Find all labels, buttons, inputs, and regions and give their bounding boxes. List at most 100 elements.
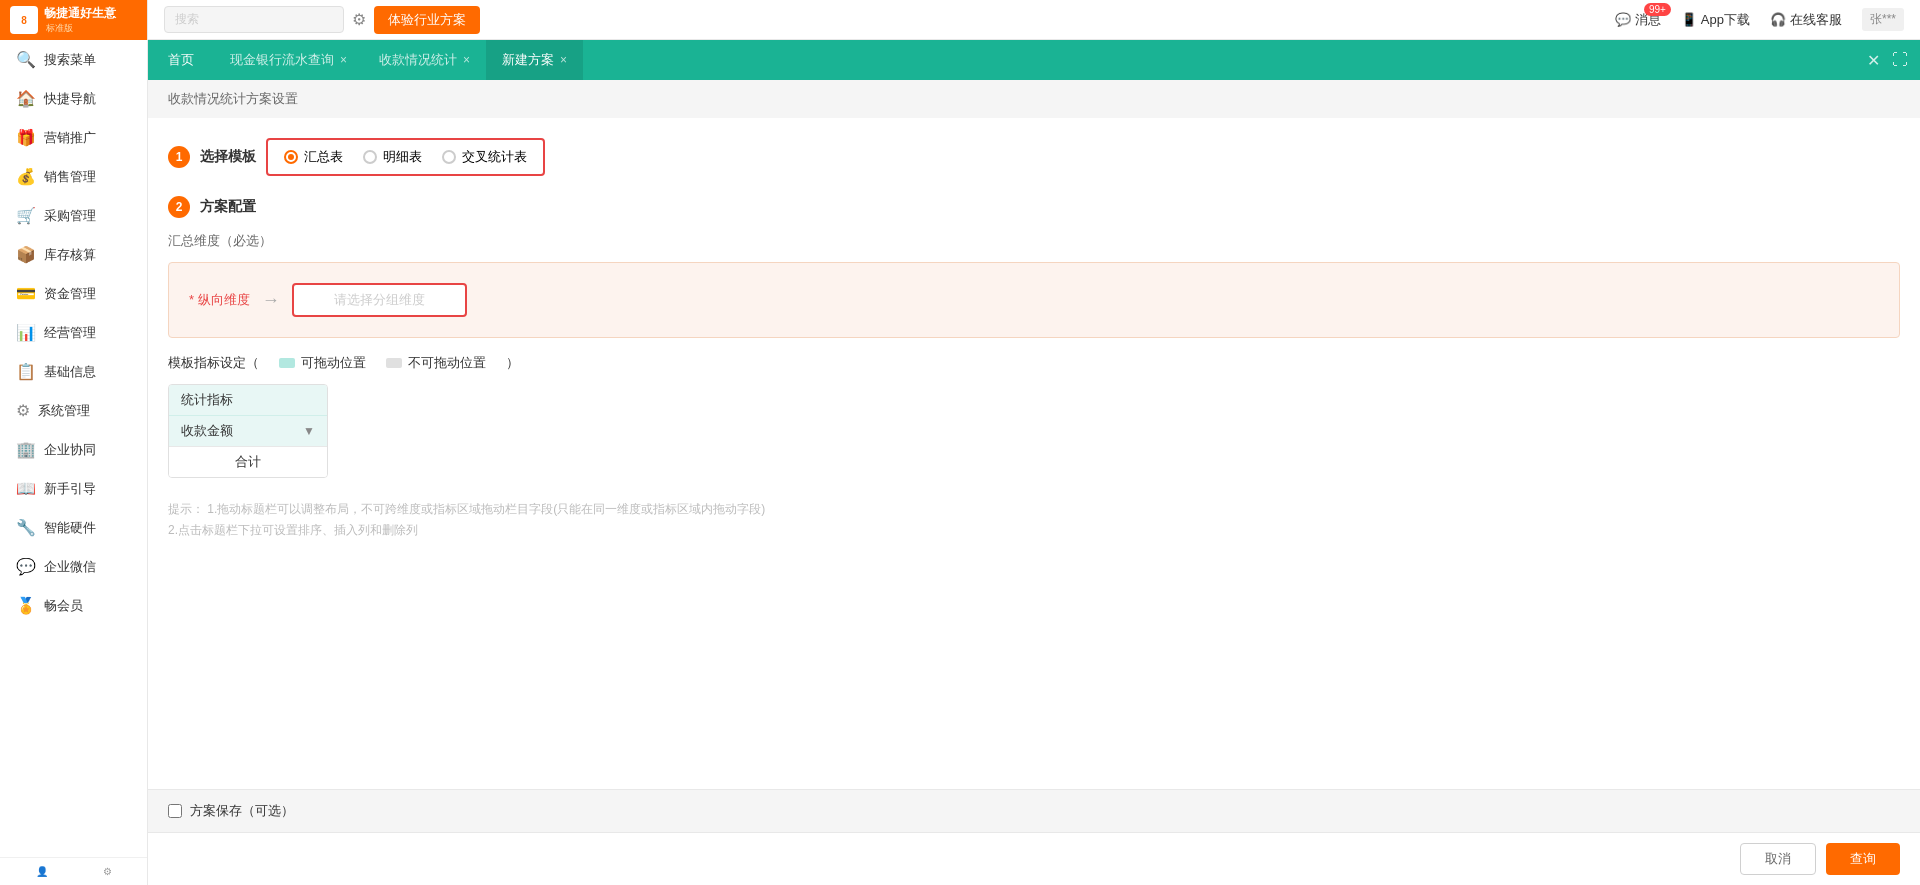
operations-icon: 📊 (16, 323, 36, 342)
radio-detail[interactable]: 明细表 (363, 148, 422, 166)
settings-bottom-icon: ⚙ (103, 866, 112, 877)
sidebar-label-sales: 销售管理 (44, 168, 96, 186)
sidebar-bottom: 👤 ⚙ (0, 857, 147, 885)
sidebar-item-hardware[interactable]: 🔧 智能硬件 (0, 508, 147, 547)
sidebar-item-system[interactable]: ⚙ 系统管理 (0, 391, 147, 430)
tab-collection-stats[interactable]: 收款情况统计 × (363, 40, 486, 80)
sidebar-label-inventory: 库存核算 (44, 246, 96, 264)
user-display: 张*** (1862, 8, 1904, 31)
breadcrumb: 收款情况统计方案设置 (148, 80, 1920, 118)
sidebar-item-quick-nav[interactable]: 🏠 快捷导航 (0, 79, 147, 118)
tabs-close-btn[interactable]: ✕ (1867, 51, 1880, 70)
sidebar-logo: 8 畅捷通好生意 标准版 (0, 0, 147, 40)
stats-amount-label: 收款金额 (181, 422, 233, 440)
sidebar-label-enterprise: 企业协同 (44, 441, 96, 459)
logo-title: 畅捷通好生意 (44, 5, 116, 22)
purchase-icon: 🛒 (16, 206, 36, 225)
stats-total-row: 合计 (169, 446, 327, 477)
stats-cell-amount[interactable]: 收款金额 ▼ (169, 416, 327, 446)
template-radio-group: 汇总表 明细表 交叉统计表 (284, 148, 527, 166)
vertical-dimension-label: 纵向维度 (189, 291, 250, 309)
sidebar-item-inventory[interactable]: 📦 库存核算 (0, 235, 147, 274)
user-bottom-icon: 👤 (36, 866, 48, 877)
radio-summary[interactable]: 汇总表 (284, 148, 343, 166)
tip1-text: 提示： 1.拖动标题栏可以调整布局，不可跨维度或指标区域拖动栏目字段(只能在同一… (168, 501, 1900, 518)
search-menu-icon: 🔍 (16, 50, 36, 69)
sidebar-item-base[interactable]: 📋 基础信息 (0, 352, 147, 391)
tab-collection-stats-label: 收款情况统计 (379, 51, 457, 69)
dimension-arrow-icon: → (262, 290, 280, 311)
tab-bank-flow-label: 现金银行流水查询 (230, 51, 334, 69)
enterprise-icon: 🏢 (16, 440, 36, 459)
cancel-button[interactable]: 取消 (1740, 843, 1816, 875)
sidebar-item-member[interactable]: 🏅 畅会员 (0, 586, 147, 625)
app-icon: 📱 (1681, 12, 1697, 27)
sidebar-label-base: 基础信息 (44, 363, 96, 381)
tab-bank-flow[interactable]: 现金银行流水查询 × (214, 40, 363, 80)
legend-draggable: 可拖动位置 (279, 354, 366, 372)
legend-draggable-box (279, 358, 295, 368)
sidebar-label-guide: 新手引导 (44, 480, 96, 498)
legend-non-draggable-label: 不可拖动位置 (408, 354, 486, 372)
save-checkbox[interactable] (168, 804, 182, 818)
sidebar-bottom-user[interactable]: 👤 (36, 866, 48, 877)
stats-dropdown-icon[interactable]: ▼ (303, 424, 315, 438)
sidebar-label-hardware: 智能硬件 (44, 519, 96, 537)
notification-area[interactable]: 💬 消息 99+ (1615, 11, 1661, 29)
logo-icon: 8 (10, 6, 38, 34)
notification-icon: 💬 (1615, 12, 1631, 27)
sidebar-item-marketing[interactable]: 🎁 营销推广 (0, 118, 147, 157)
header-left: 搜索 ⚙ 体验行业方案 (164, 6, 480, 34)
save-label: 方案保存（可选） (190, 802, 294, 820)
radio-cross-circle (442, 150, 456, 164)
tab-home[interactable]: 首页 (148, 40, 214, 80)
legend-draggable-label: 可拖动位置 (301, 354, 366, 372)
radio-cross[interactable]: 交叉统计表 (442, 148, 527, 166)
template-select-box: 汇总表 明细表 交叉统计表 (266, 138, 545, 176)
app-download-label: App下载 (1701, 11, 1750, 29)
sales-icon: 💰 (16, 167, 36, 186)
sidebar-item-search-menu[interactable]: 🔍 搜索菜单 (0, 40, 147, 79)
tab-new-plan[interactable]: 新建方案 × (486, 40, 583, 80)
tabs-bar: 首页 现金银行流水查询 × 收款情况统计 × 新建方案 × ✕ ⛶ (148, 40, 1920, 80)
sidebar-bottom-settings[interactable]: ⚙ (103, 866, 112, 877)
system-icon: ⚙ (16, 401, 30, 420)
tab-bank-flow-close[interactable]: × (340, 53, 347, 67)
tabs-expand-btn[interactable]: ⛶ (1892, 51, 1908, 69)
step2-num: 2 (168, 196, 190, 218)
action-bar: 取消 查询 (148, 832, 1920, 885)
tips-area: 提示： 1.拖动标题栏可以调整布局，不可跨维度或指标区域拖动栏目字段(只能在同一… (168, 501, 1900, 539)
sidebar-item-enterprise[interactable]: 🏢 企业协同 (0, 430, 147, 469)
logo-badge: 标准版 (46, 22, 116, 35)
sidebar-item-guide[interactable]: 📖 新手引导 (0, 469, 147, 508)
sidebar-item-purchase[interactable]: 🛒 采购管理 (0, 196, 147, 235)
app-download[interactable]: 📱 App下载 (1681, 11, 1750, 29)
sidebar-label-system: 系统管理 (38, 402, 90, 420)
query-button[interactable]: 查询 (1826, 843, 1900, 875)
step2-title: 方案配置 (200, 198, 256, 216)
sidebar-item-operations[interactable]: 📊 经营管理 (0, 313, 147, 352)
radio-summary-label: 汇总表 (304, 148, 343, 166)
dimension-area: 纵向维度 → 请选择分组维度 (168, 262, 1900, 338)
online-support[interactable]: 🎧 在线客服 (1770, 11, 1842, 29)
support-icon: 🎧 (1770, 12, 1786, 27)
dimension-subtitle: 汇总维度（必选） (168, 232, 1900, 250)
breadcrumb-text: 收款情况统计方案设置 (168, 91, 298, 106)
trial-btn[interactable]: 体验行业方案 (374, 6, 480, 34)
dimension-select[interactable]: 请选择分组维度 (292, 283, 467, 317)
sidebar-item-sales[interactable]: 💰 销售管理 (0, 157, 147, 196)
sidebar-label-purchase: 采购管理 (44, 207, 96, 225)
header-search-display: 搜索 (164, 6, 344, 33)
gear-icon[interactable]: ⚙ (352, 10, 366, 29)
header: 搜索 ⚙ 体验行业方案 💬 消息 99+ 📱 App下载 🎧 在线客服 张*** (148, 0, 1920, 40)
sidebar-item-finance[interactable]: 💳 资金管理 (0, 274, 147, 313)
sidebar-label-finance: 资金管理 (44, 285, 96, 303)
wechat-icon: 💬 (16, 557, 36, 576)
online-support-label: 在线客服 (1790, 11, 1842, 29)
marketing-icon: 🎁 (16, 128, 36, 147)
sidebar-item-wechat[interactable]: 💬 企业微信 (0, 547, 147, 586)
tab-new-plan-close[interactable]: × (560, 53, 567, 67)
hardware-icon: 🔧 (16, 518, 36, 537)
tab-collection-stats-close[interactable]: × (463, 53, 470, 67)
indicators-title-text: 模板指标设定（ (168, 354, 259, 372)
